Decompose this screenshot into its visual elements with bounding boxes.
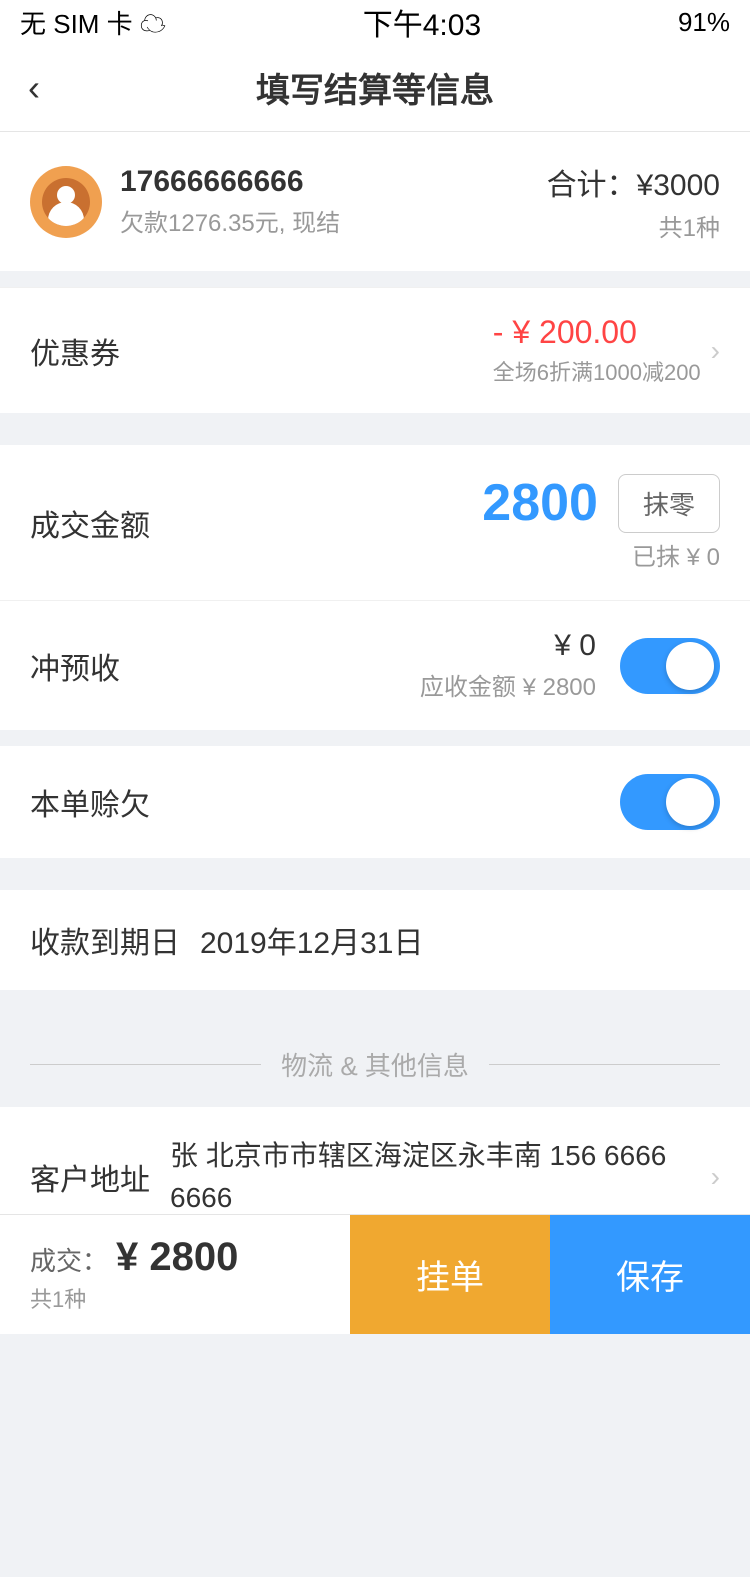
chong-yushou-toggle[interactable] [620, 638, 720, 694]
deal-amount-row: 成交金额 2800 抹零 已抹 ¥ 0 [0, 445, 750, 601]
customer-count: 共1种 [547, 208, 720, 243]
logistics-label: 物流 & 其他信息 [281, 1046, 469, 1083]
footer-deal-amount: ¥ 2800 [116, 1235, 238, 1280]
deal-amount-sub: 已抹 ¥ 0 [482, 537, 720, 572]
customer-sub: 欠款1276.35元, 现结 [120, 203, 340, 238]
address-value: 张 北京市市辖区海淀区永丰南 156 6666 6666 [170, 1135, 711, 1219]
address-chevron-icon: › [711, 1161, 720, 1193]
section-divider-4 [0, 990, 750, 1006]
sim-status: 无 SIM 卡 ☁ [20, 4, 166, 41]
bendan-section: 本单赊欠 [0, 746, 750, 858]
avatar-icon [42, 178, 90, 226]
customer-right: 合计：¥3000 共1种 [547, 160, 720, 243]
footer-deal-label: 成交： [30, 1241, 108, 1278]
due-date-value: 2019年12月31日 [200, 918, 423, 962]
bendan-label: 本单赊欠 [30, 780, 150, 824]
footer: 成交： ¥ 2800 共1种 挂单 保存 [0, 1214, 750, 1334]
customer-card: 17666666666 欠款1276.35元, 现结 合计：¥3000 共1种 [0, 132, 750, 271]
address-label: 客户地址 [30, 1155, 150, 1199]
footer-info: 成交： ¥ 2800 共1种 [0, 1235, 350, 1314]
hang-button[interactable]: 挂单 [350, 1215, 550, 1334]
chong-yushou-label: 冲预收 [30, 644, 120, 688]
back-button[interactable]: ‹ [28, 67, 40, 109]
form-section: 成交金额 2800 抹零 已抹 ¥ 0 冲预收 ¥ 0 应收金额 ¥ 2800 [0, 445, 750, 730]
coupon-desc: 全场6折满1000减200 [493, 355, 701, 387]
amount-right: 2800 抹零 [482, 473, 720, 533]
status-time: 下午4:03 [363, 0, 481, 44]
chevron-right-icon: › [711, 335, 720, 367]
logistics-divider: 物流 & 其他信息 [0, 1022, 750, 1107]
customer-left: 17666666666 欠款1276.35元, 现结 [30, 165, 340, 238]
save-button[interactable]: 保存 [550, 1215, 750, 1334]
customer-info: 17666666666 欠款1276.35元, 现结 [120, 165, 340, 238]
round-button[interactable]: 抹零 [618, 474, 720, 533]
status-bar: 无 SIM 卡 ☁ 下午4:03 91% [0, 0, 750, 44]
coupon-right: - ¥ 200.00 全场6折满1000减200 › [493, 314, 720, 387]
battery-status: 91% [678, 7, 730, 38]
avatar [30, 166, 102, 238]
status-right: 91% [678, 7, 730, 38]
content: 17666666666 欠款1276.35元, 现结 合计：¥3000 共1种 … [0, 132, 750, 1577]
coupon-amount: - ¥ 200.00 [493, 314, 701, 351]
customer-total: 合计：¥3000 [547, 160, 720, 204]
footer-count: 共1种 [30, 1282, 320, 1314]
chong-sub: 应收金额 ¥ 2800 [420, 667, 596, 702]
chong-value: ¥ 0 [420, 629, 596, 663]
due-date-row: 收款到期日 2019年12月31日 [0, 890, 750, 990]
page-title: 填写结算等信息 [256, 63, 494, 112]
bendan-row: 本单赊欠 [0, 746, 750, 858]
deal-amount-value: 2800 [482, 473, 598, 533]
nav-bar: ‹ 填写结算等信息 [0, 44, 750, 132]
coupon-label: 优惠券 [30, 329, 120, 373]
section-divider-1 [0, 429, 750, 445]
coupon-row[interactable]: 优惠券 - ¥ 200.00 全场6折满1000减200 › [0, 287, 750, 413]
chong-yushou-row: 冲预收 ¥ 0 应收金额 ¥ 2800 [0, 601, 750, 730]
due-date-label: 收款到期日 [30, 918, 180, 962]
section-divider-2 [0, 730, 750, 746]
section-divider-3 [0, 858, 750, 874]
status-left: 无 SIM 卡 ☁ [20, 4, 166, 41]
bendan-toggle[interactable] [620, 774, 720, 830]
chong-right: ¥ 0 应收金额 ¥ 2800 [420, 629, 596, 702]
deal-amount-label: 成交金额 [30, 501, 150, 545]
customer-phone: 17666666666 [120, 165, 340, 199]
